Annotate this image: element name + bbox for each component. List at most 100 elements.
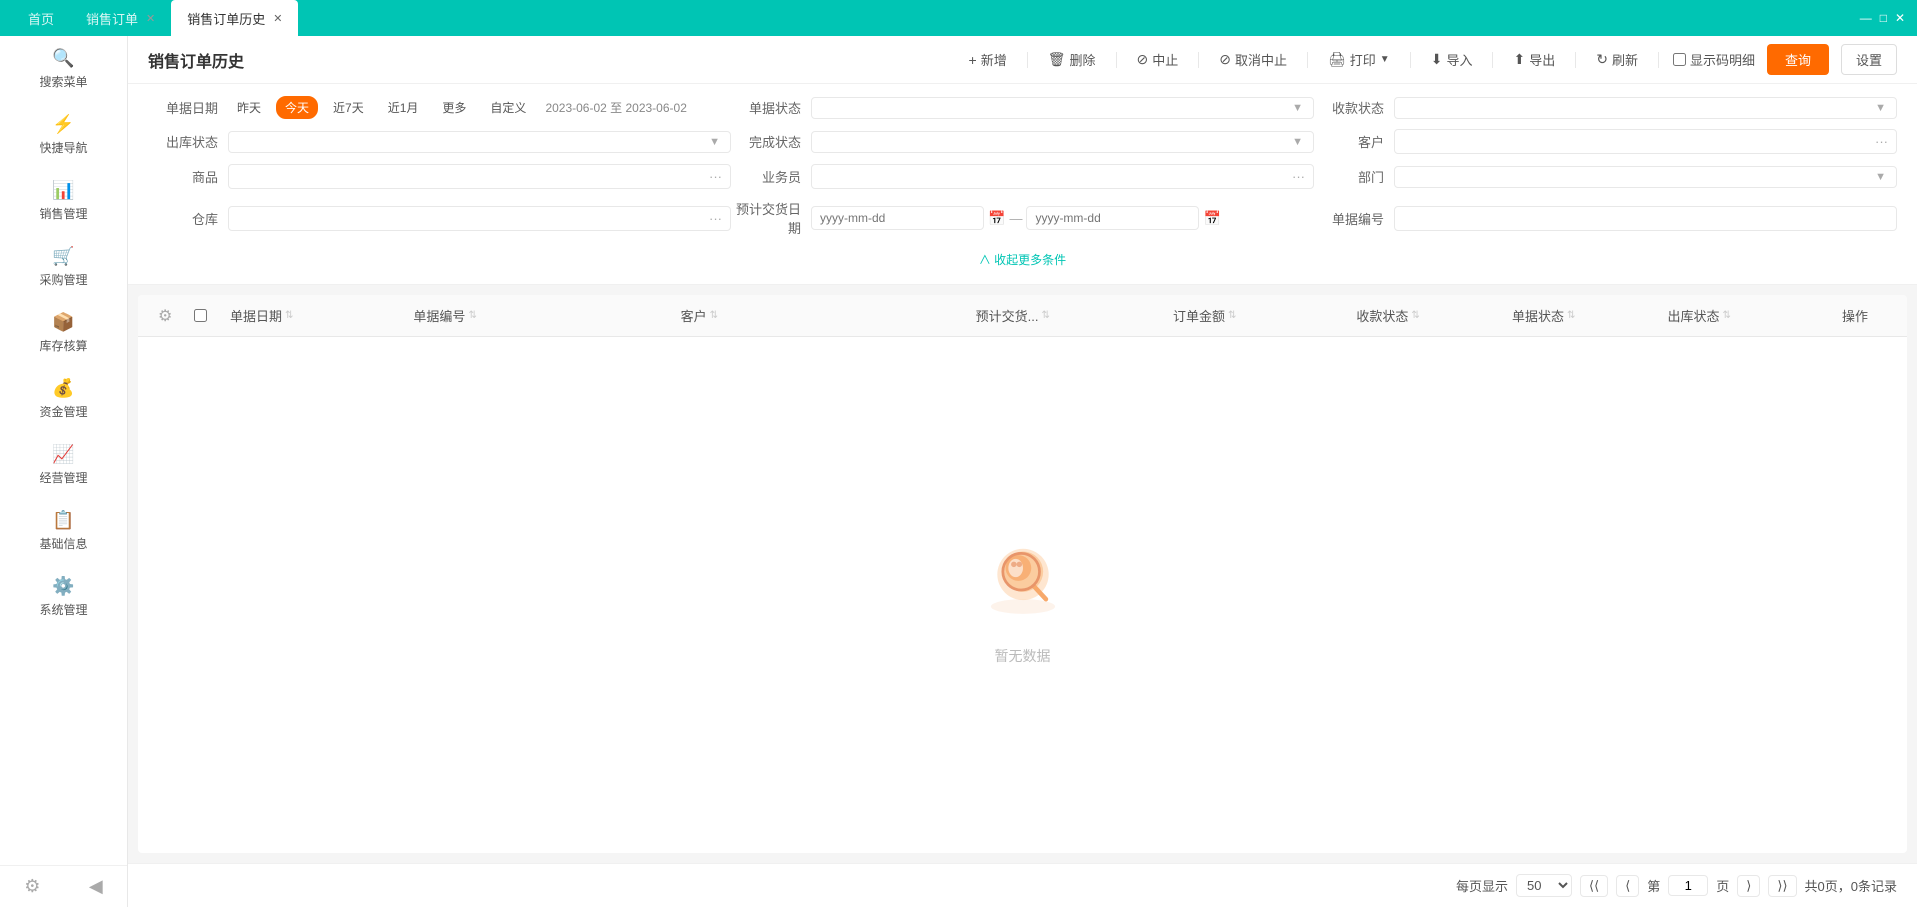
cal-from-icon[interactable]: 📅 [988,210,1005,227]
sidebar-item-search[interactable]: 🔍 搜索菜单 [0,36,127,102]
complete-status-select[interactable]: ▼ [811,131,1314,153]
product-input[interactable]: ··· [228,164,731,189]
sidebar-item-quicknav-label: 快捷导航 [39,139,87,156]
sales-ellipsis[interactable]: ··· [1292,169,1305,184]
maximize-icon[interactable]: □ [1880,11,1887,25]
export-button[interactable]: ⬆ 导出 [1507,46,1561,73]
refresh-button[interactable]: ↻ 刷新 [1590,46,1644,73]
th-delivery[interactable]: 预计交货... ⇅ [968,306,1165,325]
bill-num-input[interactable] [1394,206,1897,231]
setting-button[interactable]: 设置 [1841,44,1897,75]
date-btn-more[interactable]: 更多 [433,96,475,119]
sidebar-item-system[interactable]: ⚙️ 系统管理 [0,564,127,630]
ship-status-select[interactable]: ▼ [228,131,731,153]
sidebar-item-system-label: 系统管理 [39,601,87,618]
export-label: 导出 [1529,50,1555,69]
date-btn-yesterday[interactable]: 昨天 [228,96,270,119]
page-input[interactable] [1668,875,1708,896]
page-size-label: 每页显示 [1456,876,1508,895]
minimize-icon[interactable]: — [1860,11,1872,25]
last-page-button[interactable]: ⟩⟩ [1768,875,1796,897]
date-btn-today[interactable]: 今天 [276,96,318,119]
th-amount-sort: ⇅ [1228,310,1236,321]
th-amount[interactable]: 订单金额 ⇅ [1165,306,1348,325]
bill-status-label: 单据状态 [731,98,811,117]
prev-page-button[interactable]: ⟨ [1616,875,1639,897]
sidebar-item-purchase[interactable]: 🛒 采购管理 [0,234,127,300]
first-page-button[interactable]: ⟨⟨ [1580,875,1608,897]
th-bill[interactable]: 单据状态 ⇅ [1504,306,1660,325]
bill-num-field[interactable] [1403,211,1888,226]
stop-icon: ⊘ [1137,51,1149,68]
warehouse-input[interactable]: ··· [228,206,731,231]
inventory-icon: 📦 [52,312,74,333]
new-button[interactable]: + 新增 [963,46,1013,73]
th-num[interactable]: 单据编号 ⇅ [405,306,672,325]
export-icon: ⬆ [1513,51,1525,68]
page-size-select[interactable]: 20 50 100 [1516,874,1572,897]
tab-sales-order[interactable]: 销售订单 ✕ [70,0,171,36]
delivery-date-from[interactable] [811,206,984,230]
tab-sales-history-close[interactable]: ✕ [273,12,282,25]
display-cols-check[interactable]: 显示码明细 [1673,50,1755,69]
select-all-checkbox[interactable] [194,309,207,322]
th-checkbox[interactable] [186,309,222,322]
th-num-label: 单据编号 [413,306,465,325]
tab-sales-history[interactable]: 销售订单历史 ✕ [171,0,298,36]
bill-status-select[interactable]: ▼ [811,97,1314,119]
tab-sales-order-close[interactable]: ✕ [146,12,155,25]
delete-button[interactable]: 🗑 删除 [1042,46,1102,73]
display-cols-checkbox[interactable] [1673,53,1686,66]
dept-select[interactable]: ▼ [1394,166,1897,188]
sidebar-item-inventory[interactable]: 📦 库存核算 [0,300,127,366]
sep1 [1027,52,1028,68]
th-date[interactable]: 单据日期 ⇅ [222,306,405,325]
sidebar-item-sales[interactable]: 📊 销售管理 [0,168,127,234]
th-pay[interactable]: 收款状态 ⇅ [1348,306,1504,325]
th-client[interactable]: 客户 ⇅ [673,306,968,325]
delivery-date-to[interactable] [1026,206,1199,230]
query-button[interactable]: 查询 [1767,44,1829,75]
import-button[interactable]: ⬇ 导入 [1425,46,1479,73]
date-btn-7days[interactable]: 近7天 [324,96,373,119]
product-ellipsis[interactable]: ··· [709,169,722,184]
client-ellipsis[interactable]: ··· [1875,134,1888,149]
stop-button[interactable]: ⊘ 中止 [1131,46,1185,73]
date-btn-custom[interactable]: 自定义 [481,96,535,119]
tab-home[interactable]: 首页 [12,0,70,36]
sidebar-item-operations[interactable]: 📈 经营管理 [0,432,127,498]
next-page-button[interactable]: ⟩ [1737,875,1760,897]
display-cols-label: 显示码明细 [1690,50,1755,69]
print-button[interactable]: 🖨 打印 ▼ [1322,46,1396,73]
pay-status-select[interactable]: ▼ [1394,97,1897,119]
sidebar-item-finance[interactable]: 💰 资金管理 [0,366,127,432]
collapse-row[interactable]: ∧ 收起更多条件 [148,247,1897,272]
sidebar-item-quicknav[interactable]: ⚡ 快捷导航 [0,102,127,168]
warehouse-ellipsis[interactable]: ··· [709,211,722,226]
print-label: 打印 [1350,50,1376,69]
settings-bottom-icon[interactable]: ⚙ [24,876,40,897]
product-label: 商品 [148,167,228,186]
sidebar-item-basic[interactable]: 📋 基础信息 [0,498,127,564]
th-settings[interactable]: ⚙ [150,306,186,326]
th-amount-label: 订单金额 [1173,306,1225,325]
date-btn-1month[interactable]: 近1月 [379,96,428,119]
filter-row-2: 出库状态 ▼ 完成状态 ▼ 客户 [148,129,1897,154]
cal-to-icon[interactable]: 📅 [1203,210,1220,227]
th-ship[interactable]: 出库状态 ⇅ [1659,306,1815,325]
date-label: 单据日期 [148,98,228,117]
close-window-icon[interactable]: ✕ [1895,11,1905,25]
collapse-sidebar-icon[interactable]: ◀ [89,876,103,897]
sales-input[interactable]: ··· [811,164,1314,189]
th-bill-sort: ⇅ [1567,310,1575,321]
cancel-stop-icon: ⊘ [1219,51,1231,68]
filter-row-1: 单据日期 昨天 今天 近7天 近1月 更多 自定义 2023-06-02 至 2… [148,96,1897,119]
cancel-stop-button[interactable]: ⊘ 取消中止 [1213,46,1293,73]
sales-icon: 📊 [52,180,74,201]
complete-status-arrow: ▼ [1292,136,1303,148]
sidebar-item-finance-label: 资金管理 [39,403,87,420]
date-dash: — [1009,211,1022,226]
empty-text: 暂无数据 [995,646,1051,666]
page-title: 销售订单历史 [148,48,244,72]
client-input[interactable]: ··· [1394,129,1897,154]
